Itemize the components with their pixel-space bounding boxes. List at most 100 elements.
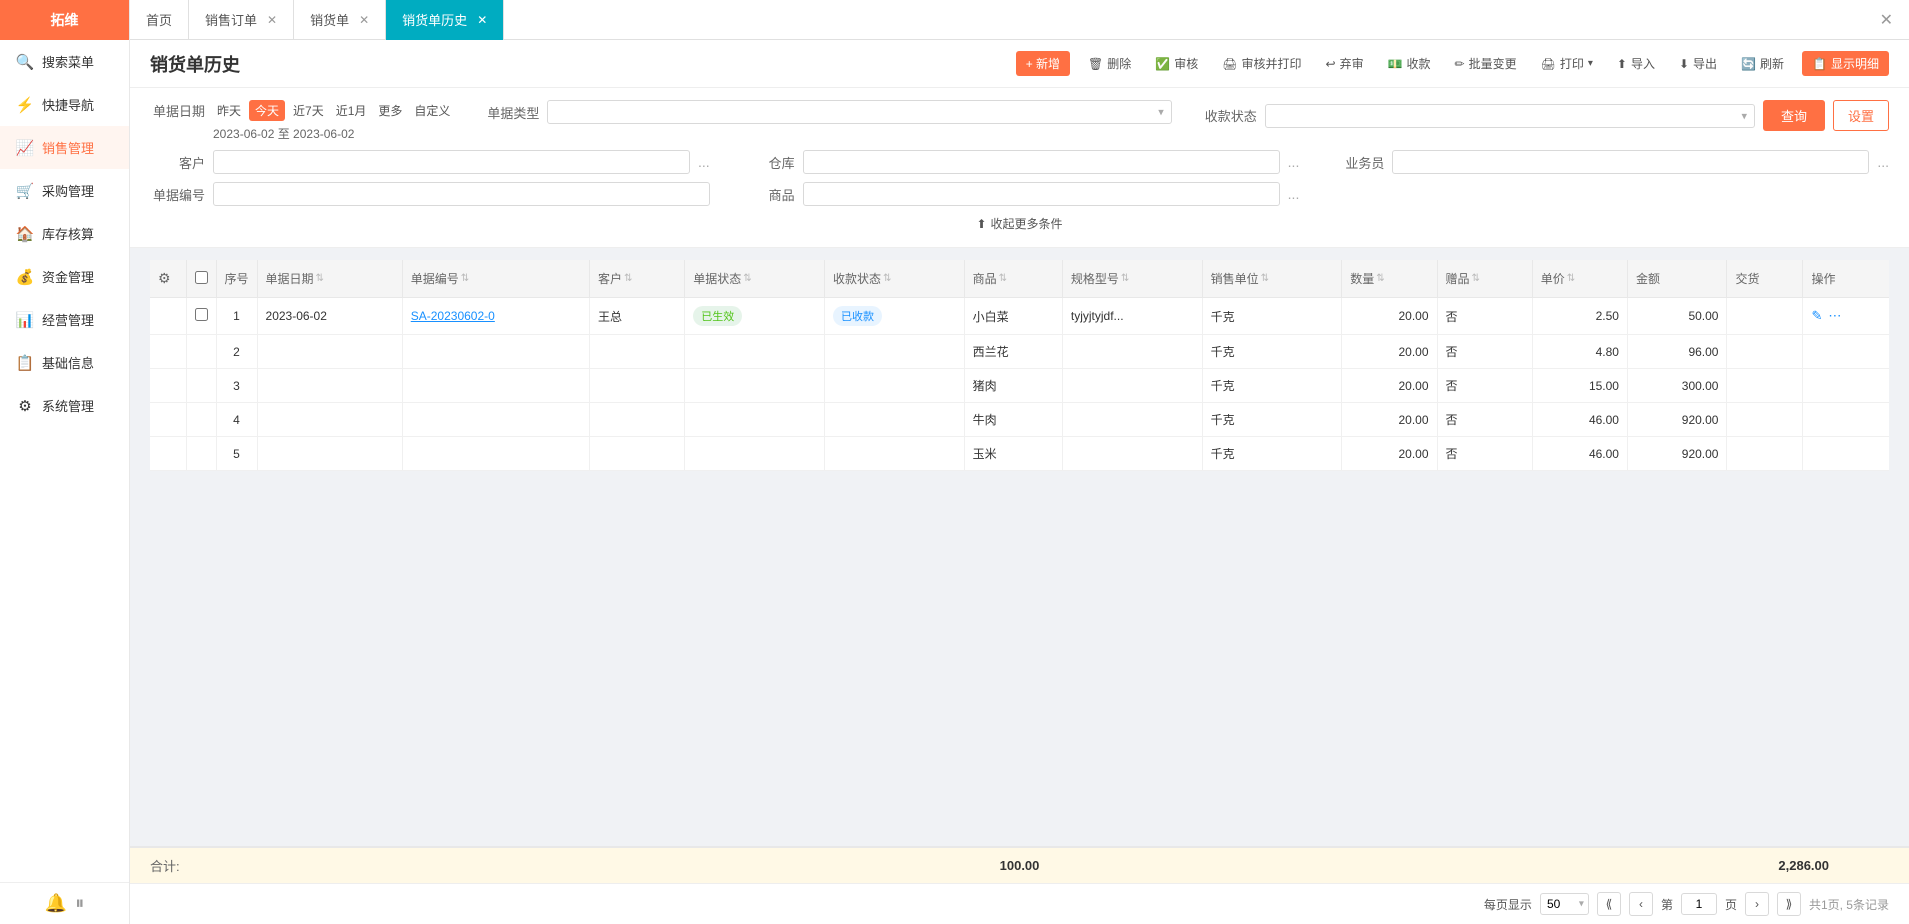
discard-button[interactable]: ↩ 弃审 xyxy=(1320,51,1370,76)
date-7days-btn[interactable]: 近7天 xyxy=(289,100,328,121)
sidebar-item-sales-mgmt[interactable]: 📈 销售管理 xyxy=(0,126,129,169)
date-more-btn[interactable]: 更多 xyxy=(374,100,406,121)
import-button[interactable]: ⬆ 导入 xyxy=(1611,51,1661,76)
date-yesterday-btn[interactable]: 昨天 xyxy=(213,100,245,121)
goods-input[interactable] xyxy=(803,182,1280,206)
col-date[interactable]: 单据日期⇅ xyxy=(257,260,402,298)
row-checkbox-col[interactable] xyxy=(186,437,216,471)
settings-gear-icon[interactable]: ⚙ xyxy=(158,270,171,286)
filter-date: 单据日期 昨天 今天 近7天 近1月 更多 自定义 2023-06-02 至 2… xyxy=(150,100,454,142)
sidebar-item-quick-nav[interactable]: ⚡ 快捷导航 xyxy=(0,83,129,126)
more-row-btn[interactable]: ⋯ xyxy=(1828,308,1841,324)
row-unit-price: 2.50 xyxy=(1532,298,1627,335)
date-1month-btn[interactable]: 近1月 xyxy=(332,100,371,121)
print-button[interactable]: 🖨 打印 ▾ xyxy=(1535,51,1599,76)
sidebar-item-label: 搜索菜单 xyxy=(42,52,94,71)
col-sales-unit[interactable]: 销售单位⇅ xyxy=(1202,260,1342,298)
prev-page-btn[interactable]: ‹ xyxy=(1629,892,1653,916)
pause-icon[interactable]: ⏸ xyxy=(75,893,84,914)
select-all-checkbox[interactable] xyxy=(195,271,208,284)
row-amount: 50.00 xyxy=(1627,298,1726,335)
tab-sales-history[interactable]: 销货单历史 ✕ xyxy=(386,0,504,40)
col-gift[interactable]: 赠品⇅ xyxy=(1437,260,1532,298)
next-page-btn[interactable]: › xyxy=(1745,892,1769,916)
review-button[interactable]: ✅ 审核 xyxy=(1149,51,1204,76)
tab-sales-order-close[interactable]: ✕ xyxy=(267,13,277,27)
tab-sales-goods-close[interactable]: ✕ xyxy=(359,13,369,27)
col-unit-price[interactable]: 单价⇅ xyxy=(1532,260,1627,298)
row-doc-no[interactable]: SA-20230602-0 xyxy=(402,298,589,335)
show-detail-button[interactable]: 📋 显示明细 xyxy=(1802,51,1889,76)
collapse-button[interactable]: ⬆ 收起更多条件 xyxy=(150,212,1889,235)
doc-no-link[interactable]: SA-20230602-0 xyxy=(411,309,495,323)
sidebar-item-inventory[interactable]: 🏠 库存核算 xyxy=(0,212,129,255)
col-doc-no[interactable]: 单据编号⇅ xyxy=(402,260,589,298)
sidebar-item-ops-mgmt[interactable]: 📊 经营管理 xyxy=(0,298,129,341)
salesperson-dots[interactable]: ... xyxy=(1877,154,1889,170)
purchase-mgmt-icon: 🛒 xyxy=(16,182,34,200)
batch-change-button[interactable]: ✏ 批量变更 xyxy=(1449,51,1523,76)
row-no: 1 xyxy=(216,298,257,335)
notification-icon[interactable]: 🔔 xyxy=(45,893,67,914)
edit-row-btn[interactable]: ✎ xyxy=(1811,308,1822,324)
filter-goods: 商品 ... xyxy=(740,182,1300,206)
sidebar-item-purchase-mgmt[interactable]: 🛒 采购管理 xyxy=(0,169,129,212)
review-print-button[interactable]: 🖨 审核并打印 xyxy=(1216,51,1307,76)
col-payment-status[interactable]: 收款状态⇅ xyxy=(824,260,964,298)
sidebar-item-label: 资金管理 xyxy=(42,267,94,286)
query-button[interactable]: 查询 xyxy=(1763,100,1825,131)
refresh-button[interactable]: 🔄 刷新 xyxy=(1735,51,1790,76)
row-customer: 王总 xyxy=(590,298,685,335)
first-page-btn[interactable]: ⟪ xyxy=(1597,892,1621,916)
col-quantity[interactable]: 数量⇅ xyxy=(1342,260,1437,298)
col-settings[interactable]: ⚙ xyxy=(150,260,186,298)
row-doc-no[interactable] xyxy=(402,369,589,403)
col-spec-type[interactable]: 规格型号⇅ xyxy=(1062,260,1202,298)
row-checkbox-col[interactable] xyxy=(186,298,216,335)
settings-button[interactable]: 设置 xyxy=(1833,100,1889,131)
sidebar-item-finance-mgmt[interactable]: 💰 资金管理 xyxy=(0,255,129,298)
row-spec-type xyxy=(1062,403,1202,437)
docno-sort-icon: ⇅ xyxy=(461,273,469,284)
goods-dots[interactable]: ... xyxy=(1288,186,1300,202)
tab-sales-history-close[interactable]: ✕ xyxy=(477,13,487,27)
filter-salesperson: 业务员 ... xyxy=(1329,150,1889,174)
sidebar-item-sys-mgmt[interactable]: ⚙ 系统管理 xyxy=(0,384,129,427)
row-doc-no[interactable] xyxy=(402,403,589,437)
delete-button[interactable]: 🗑 删除 xyxy=(1082,51,1137,76)
col-doc-status[interactable]: 单据状态⇅ xyxy=(685,260,825,298)
page-number-input[interactable] xyxy=(1681,893,1717,915)
row-doc-no[interactable] xyxy=(402,437,589,471)
payment-status-select[interactable] xyxy=(1265,104,1755,128)
sidebar-item-base-info[interactable]: 📋 基础信息 xyxy=(0,341,129,384)
row-date xyxy=(257,437,402,471)
warehouse-dots[interactable]: ... xyxy=(1288,154,1300,170)
row-checkbox-col[interactable] xyxy=(186,403,216,437)
row-doc-no[interactable] xyxy=(402,335,589,369)
collect-button[interactable]: 💵 收款 xyxy=(1382,51,1437,76)
doc-type-select[interactable] xyxy=(547,100,1171,124)
date-today-btn[interactable]: 今天 xyxy=(249,100,285,121)
row-checkbox[interactable] xyxy=(195,308,208,321)
col-checkbox[interactable] xyxy=(186,260,216,298)
tab-home[interactable]: 首页 xyxy=(130,0,189,40)
row-checkbox-col[interactable] xyxy=(186,335,216,369)
per-page-select[interactable]: 50 10 20 100 xyxy=(1540,893,1589,915)
customer-input[interactable] xyxy=(213,150,690,174)
col-goods[interactable]: 商品⇅ xyxy=(964,260,1062,298)
window-close-btn[interactable]: ✕ xyxy=(1864,10,1909,30)
sidebar-item-search-menu[interactable]: 🔍 搜索菜单 xyxy=(0,40,129,83)
export-button[interactable]: ⬇ 导出 xyxy=(1673,51,1723,76)
tab-sales-order[interactable]: 销售订单 ✕ xyxy=(189,0,294,40)
customer-dots[interactable]: ... xyxy=(698,154,710,170)
tab-sales-goods[interactable]: 销货单 ✕ xyxy=(294,0,386,40)
last-page-btn[interactable]: ⟫ xyxy=(1777,892,1801,916)
new-button[interactable]: + 新增 xyxy=(1016,51,1070,76)
row-checkbox-col[interactable] xyxy=(186,369,216,403)
doc-no-input[interactable] xyxy=(213,182,710,206)
col-customer[interactable]: 客户⇅ xyxy=(590,260,685,298)
date-custom-btn[interactable]: 自定义 xyxy=(410,100,454,121)
row-no: 2 xyxy=(216,335,257,369)
salesperson-input[interactable] xyxy=(1392,150,1869,174)
warehouse-input[interactable] xyxy=(803,150,1280,174)
